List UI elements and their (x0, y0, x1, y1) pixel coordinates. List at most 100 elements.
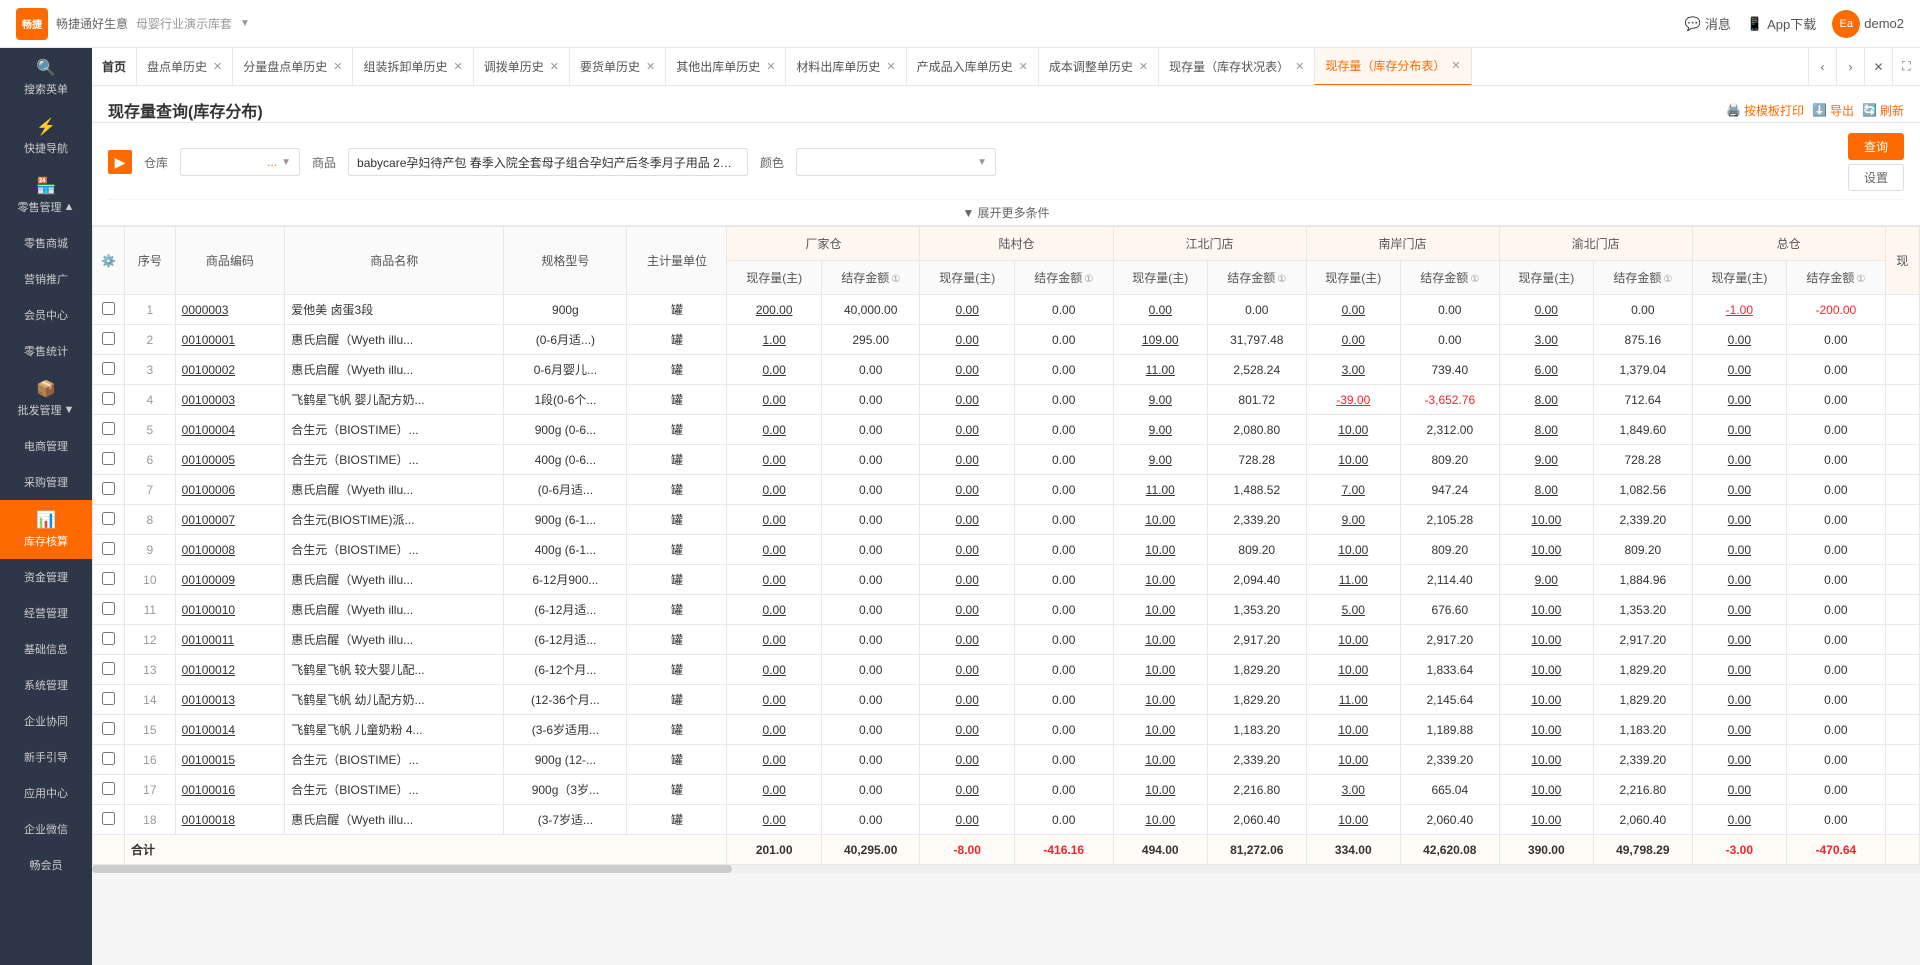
cell-zc-qty[interactable]: 0.00 (1692, 745, 1786, 775)
cell-lcc-qty[interactable]: 0.00 (920, 655, 1014, 685)
tab-inventory-split[interactable]: 分量盘点单历史 ✕ (233, 48, 353, 86)
cell-zc-qty[interactable]: 0.00 (1692, 805, 1786, 835)
cell-ybd-qty[interactable]: 3.00 (1499, 325, 1593, 355)
cell-ybd-qty[interactable]: 10.00 (1499, 505, 1593, 535)
cell-namd-qty[interactable]: 11.00 (1306, 685, 1400, 715)
cell-czc-qty[interactable]: 0.00 (727, 505, 821, 535)
sidebar-item-wholesale[interactable]: 📦 批发管理 ▼ (0, 369, 92, 428)
sidebar-item-ecom[interactable]: 电商管理 (0, 428, 92, 464)
cell-zc-qty[interactable]: 0.00 (1692, 535, 1786, 565)
cell-ybd-qty[interactable]: 10.00 (1499, 535, 1593, 565)
cell-lcc-qty[interactable]: 0.00 (920, 535, 1014, 565)
cell-lcc-qty[interactable]: 0.00 (920, 385, 1014, 415)
sidebar-item-finance[interactable]: 资金管理 (0, 559, 92, 595)
cell-code[interactable]: 00100006 (175, 475, 285, 505)
tab-assemble[interactable]: 组装拆卸单历史 ✕ (353, 48, 473, 86)
cell-namd-qty[interactable]: 11.00 (1306, 565, 1400, 595)
cell-ybd-qty[interactable]: 10.00 (1499, 685, 1593, 715)
cell-checkbox[interactable] (93, 475, 125, 505)
sidebar-item-app-center[interactable]: 应用中心 (0, 775, 92, 811)
cell-lcc-qty[interactable]: 0.00 (920, 775, 1014, 805)
cell-ybd-qty[interactable]: 8.00 (1499, 475, 1593, 505)
tab-close-all-btn[interactable]: ✕ (1864, 48, 1892, 86)
cell-namd-qty[interactable]: 10.00 (1306, 655, 1400, 685)
cell-checkbox[interactable] (93, 685, 125, 715)
cell-lcc-qty[interactable]: 0.00 (920, 745, 1014, 775)
cell-jbmd-qty[interactable]: 10.00 (1113, 685, 1207, 715)
message-btn[interactable]: 💬 消息 (1685, 14, 1731, 33)
cell-lcc-qty[interactable]: 0.00 (920, 595, 1014, 625)
cell-zc-qty[interactable]: 0.00 (1692, 775, 1786, 805)
cell-namd-qty[interactable]: 3.00 (1306, 775, 1400, 805)
horizontal-scrollbar[interactable] (92, 865, 1920, 873)
tab-inventory-single-close[interactable]: ✕ (213, 60, 222, 73)
cell-czc-qty[interactable]: 0.00 (727, 775, 821, 805)
cell-checkbox[interactable] (93, 655, 125, 685)
cell-ybd-qty[interactable]: 8.00 (1499, 385, 1593, 415)
cell-jbmd-qty[interactable]: 11.00 (1113, 475, 1207, 505)
cell-zc-qty[interactable]: 0.00 (1692, 595, 1786, 625)
cell-code[interactable]: 00100014 (175, 715, 285, 745)
cell-lcc-qty[interactable]: 0.00 (920, 715, 1014, 745)
cell-jbmd-qty[interactable]: 10.00 (1113, 775, 1207, 805)
cell-jbmd-qty[interactable]: 9.00 (1113, 445, 1207, 475)
cell-zc-qty[interactable]: 0.00 (1692, 685, 1786, 715)
sidebar-item-search[interactable]: 🔍 搜索英单 (0, 48, 92, 107)
tab-inventory-single[interactable]: 盘点单历史 ✕ (137, 48, 233, 86)
cell-ybd-qty[interactable]: 9.00 (1499, 565, 1593, 595)
col-gear[interactable]: ⚙️ (93, 227, 125, 295)
tab-stock-status-close[interactable]: ✕ (1295, 60, 1304, 73)
cell-jbmd-qty[interactable]: 10.00 (1113, 655, 1207, 685)
cell-lcc-qty[interactable]: 0.00 (920, 295, 1014, 325)
cell-jbmd-qty[interactable]: 10.00 (1113, 565, 1207, 595)
cell-code[interactable]: 00100009 (175, 565, 285, 595)
cell-namd-qty[interactable]: 0.00 (1306, 295, 1400, 325)
sidebar-item-member2[interactable]: 畅会员 (0, 847, 92, 883)
cell-zc-qty[interactable]: 0.00 (1692, 385, 1786, 415)
cell-jbmd-qty[interactable]: 10.00 (1113, 805, 1207, 835)
cell-czc-qty[interactable]: 0.00 (727, 625, 821, 655)
cell-jbmd-qty[interactable]: 11.00 (1113, 355, 1207, 385)
cell-lcc-qty[interactable]: 0.00 (920, 805, 1014, 835)
tab-prev-btn[interactable]: ‹ (1808, 48, 1836, 86)
cell-jbmd-qty[interactable]: 10.00 (1113, 715, 1207, 745)
cell-czc-qty[interactable]: 0.00 (727, 745, 821, 775)
cell-jbmd-qty[interactable]: 10.00 (1113, 505, 1207, 535)
cell-ybd-qty[interactable]: 6.00 (1499, 355, 1593, 385)
cell-czc-qty[interactable]: 0.00 (727, 415, 821, 445)
cell-code[interactable]: 00100010 (175, 595, 285, 625)
cell-zc-qty[interactable]: 0.00 (1692, 715, 1786, 745)
cell-code[interactable]: 00100011 (175, 625, 285, 655)
warehouse-selector[interactable]: ... ▼ (180, 148, 300, 176)
cell-ybd-qty[interactable]: 10.00 (1499, 775, 1593, 805)
sidebar-item-shortcut[interactable]: ⚡ 快捷导航 (0, 107, 92, 166)
tab-other-out[interactable]: 其他出库单历史 ✕ (666, 48, 786, 86)
cell-czc-qty[interactable]: 0.00 (727, 385, 821, 415)
refresh-btn[interactable]: 🔄 刷新 (1862, 102, 1904, 119)
app-download-btn[interactable]: 📱 App下载 (1747, 14, 1816, 33)
cell-ybd-qty[interactable]: 10.00 (1499, 595, 1593, 625)
tab-inventory-split-close[interactable]: ✕ (333, 60, 342, 73)
batch-print-btn[interactable]: 🖨️ 按模板打印 (1726, 102, 1804, 119)
cell-zc-qty[interactable]: -1.00 (1692, 295, 1786, 325)
cell-jbmd-qty[interactable]: 109.00 (1113, 325, 1207, 355)
cell-czc-qty[interactable]: 0.00 (727, 355, 821, 385)
cell-code[interactable]: 00100001 (175, 325, 285, 355)
tab-stock-dist-close[interactable]: ✕ (1451, 59, 1460, 72)
export-btn[interactable]: ⬇️ 导出 (1812, 102, 1854, 119)
cell-namd-qty[interactable]: -39.00 (1306, 385, 1400, 415)
tab-material-out[interactable]: 材料出库单历史 ✕ (786, 48, 906, 86)
cell-code[interactable]: 00100015 (175, 745, 285, 775)
sidebar-item-retail-stat[interactable]: 零售统计 (0, 333, 92, 369)
cell-lcc-qty[interactable]: 0.00 (920, 625, 1014, 655)
cell-czc-qty[interactable]: 0.00 (727, 565, 821, 595)
cell-checkbox[interactable] (93, 445, 125, 475)
goods-input[interactable]: babycare孕妇待产包 春季入院全套母子组合孕妇产后冬季月子用品 22件套 … (348, 148, 748, 176)
sidebar-item-stock[interactable]: 📊 库存核算 (0, 500, 92, 559)
tab-transfer-close[interactable]: ✕ (550, 60, 559, 73)
cell-checkbox[interactable] (93, 745, 125, 775)
tab-material-out-close[interactable]: ✕ (886, 60, 895, 73)
tab-product-in[interactable]: 产成品入库单历史 ✕ (907, 48, 1039, 86)
tab-other-out-close[interactable]: ✕ (766, 60, 775, 73)
cell-checkbox[interactable] (93, 505, 125, 535)
